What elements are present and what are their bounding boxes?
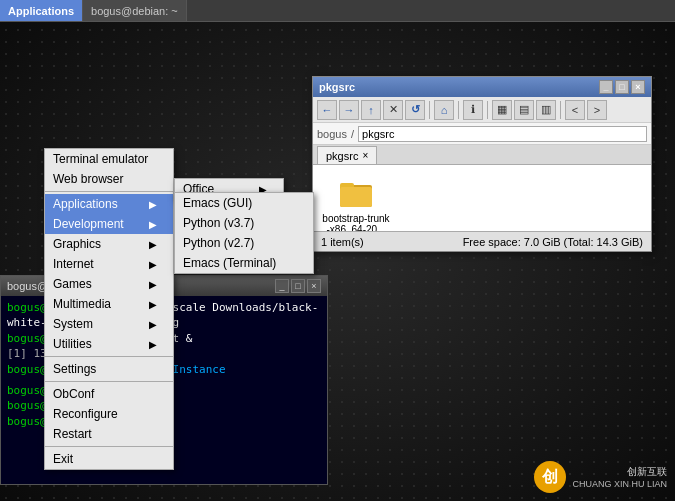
- folder-icon: [336, 173, 376, 213]
- arrow-icon: ▶: [149, 279, 157, 290]
- pkgsrc-status-bar: 1 item(s) Free space: 7.0 GiB (Total: 14…: [313, 231, 651, 251]
- pkgsrc-tab[interactable]: pkgsrc ×: [317, 146, 377, 164]
- view-btn-1[interactable]: ▦: [492, 100, 512, 120]
- menu-item-games[interactable]: Games ▶: [45, 274, 173, 294]
- menu-divider-3: [45, 381, 173, 382]
- view-btn-2[interactable]: ▤: [514, 100, 534, 120]
- pkgsrc-toolbar: ← → ↑ ✕ ↺ ⌂ ℹ ▦ ▤ ▥ < >: [313, 97, 651, 123]
- menu-item-utilities[interactable]: Utilities ▶: [45, 334, 173, 354]
- menu-divider-2: [45, 356, 173, 357]
- submenu-python27[interactable]: Python (v2.7): [175, 233, 313, 253]
- taskbar-apps-button[interactable]: Applications: [0, 0, 82, 21]
- menu-divider: [45, 191, 173, 192]
- menu-divider-4: [45, 446, 173, 447]
- location-label: bogus: [317, 128, 347, 140]
- watermark-text: 创新互联 CHUANG XIN HU LIAN: [572, 465, 667, 489]
- arrow-icon: ▶: [149, 199, 157, 210]
- terminal-maximize[interactable]: □: [291, 279, 305, 293]
- terminal-controls: _ □ ×: [275, 279, 321, 293]
- submenu-python37[interactable]: Python (v3.7): [175, 213, 313, 233]
- window-pkgsrc: pkgsrc _ □ × ← → ↑ ✕ ↺ ⌂ ℹ ▦ ▤ ▥ < >: [312, 76, 652, 252]
- arrow-icon: ▶: [149, 219, 157, 230]
- toolbar-separator-3: [487, 101, 488, 119]
- menu-item-graphics[interactable]: Graphics ▶: [45, 234, 173, 254]
- view-btn-3[interactable]: ▥: [536, 100, 556, 120]
- file-item[interactable]: bootstrap-trunk-x86_64-20...: [321, 173, 391, 235]
- svg-rect-2: [340, 187, 372, 207]
- menu-item-reconfigure[interactable]: Reconfigure: [45, 404, 173, 424]
- status-space: Free space: 7.0 GiB (Total: 14.3 GiB): [463, 236, 643, 248]
- close-button[interactable]: ×: [631, 80, 645, 94]
- menu-item-exit[interactable]: Exit: [45, 449, 173, 469]
- toolbar-separator-2: [458, 101, 459, 119]
- home-button[interactable]: ⌂: [434, 100, 454, 120]
- watermark: 创 创新互联 CHUANG XIN HU LIAN: [534, 461, 667, 493]
- toolbar-separator: [429, 101, 430, 119]
- menu-item-internet[interactable]: Internet ▶: [45, 254, 173, 274]
- next-button[interactable]: >: [587, 100, 607, 120]
- status-items: 1 item(s): [321, 236, 364, 248]
- window-controls: _ □ ×: [599, 80, 645, 94]
- taskbar-terminal-button[interactable]: bogus@debian: ~: [82, 0, 187, 21]
- menu-item-settings[interactable]: Settings: [45, 359, 173, 379]
- submenu-emacs-gui[interactable]: Emacs (GUI): [175, 193, 313, 213]
- toolbar-separator-4: [560, 101, 561, 119]
- terminal-close[interactable]: ×: [307, 279, 321, 293]
- desktop: Applications bogus@debian: ~ Terminal em…: [0, 0, 675, 501]
- taskbar: Applications bogus@debian: ~: [0, 0, 675, 22]
- menu-item-terminal[interactable]: Terminal emulator: [45, 149, 173, 169]
- back-button[interactable]: ←: [317, 100, 337, 120]
- arrow-icon: ▶: [149, 239, 157, 250]
- arrow-icon: ▶: [149, 339, 157, 350]
- tab-label: pkgsrc: [326, 150, 358, 162]
- menu-item-restart[interactable]: Restart: [45, 424, 173, 444]
- arrow-icon: ▶: [149, 259, 157, 270]
- pkgsrc-title: pkgsrc: [319, 81, 355, 93]
- arrow-icon: ▶: [149, 319, 157, 330]
- menu-item-system[interactable]: System ▶: [45, 314, 173, 334]
- file-grid: bootstrap-trunk-x86_64-20...: [321, 173, 643, 235]
- menu-item-browser[interactable]: Web browser: [45, 169, 173, 189]
- prev-button[interactable]: <: [565, 100, 585, 120]
- terminal-minimize[interactable]: _: [275, 279, 289, 293]
- tab-close-icon[interactable]: ×: [362, 150, 368, 161]
- menu-item-obconf[interactable]: ObConf: [45, 384, 173, 404]
- minimize-button[interactable]: _: [599, 80, 613, 94]
- arrow-icon: ▶: [149, 299, 157, 310]
- submenu-emacs-terminal[interactable]: Emacs (Terminal): [175, 253, 313, 273]
- menu-item-applications[interactable]: Applications ▶: [45, 194, 173, 214]
- info-button[interactable]: ℹ: [463, 100, 483, 120]
- refresh-button[interactable]: ↺: [405, 100, 425, 120]
- menu-item-multimedia[interactable]: Multimedia ▶: [45, 294, 173, 314]
- stop-button[interactable]: ✕: [383, 100, 403, 120]
- up-button[interactable]: ↑: [361, 100, 381, 120]
- maximize-button[interactable]: □: [615, 80, 629, 94]
- watermark-logo: 创: [534, 461, 566, 493]
- location-bar: bogus /: [313, 123, 651, 145]
- location-input[interactable]: [358, 126, 647, 142]
- pkgsrc-titlebar: pkgsrc _ □ ×: [313, 77, 651, 97]
- tabs-bar: pkgsrc ×: [313, 145, 651, 165]
- submenu-dev: Emacs (GUI) Python (v3.7) Python (v2.7) …: [174, 192, 314, 274]
- context-menu: Terminal emulator Web browser Applicatio…: [44, 148, 174, 470]
- menu-item-development[interactable]: Development ▶: [45, 214, 173, 234]
- forward-button[interactable]: →: [339, 100, 359, 120]
